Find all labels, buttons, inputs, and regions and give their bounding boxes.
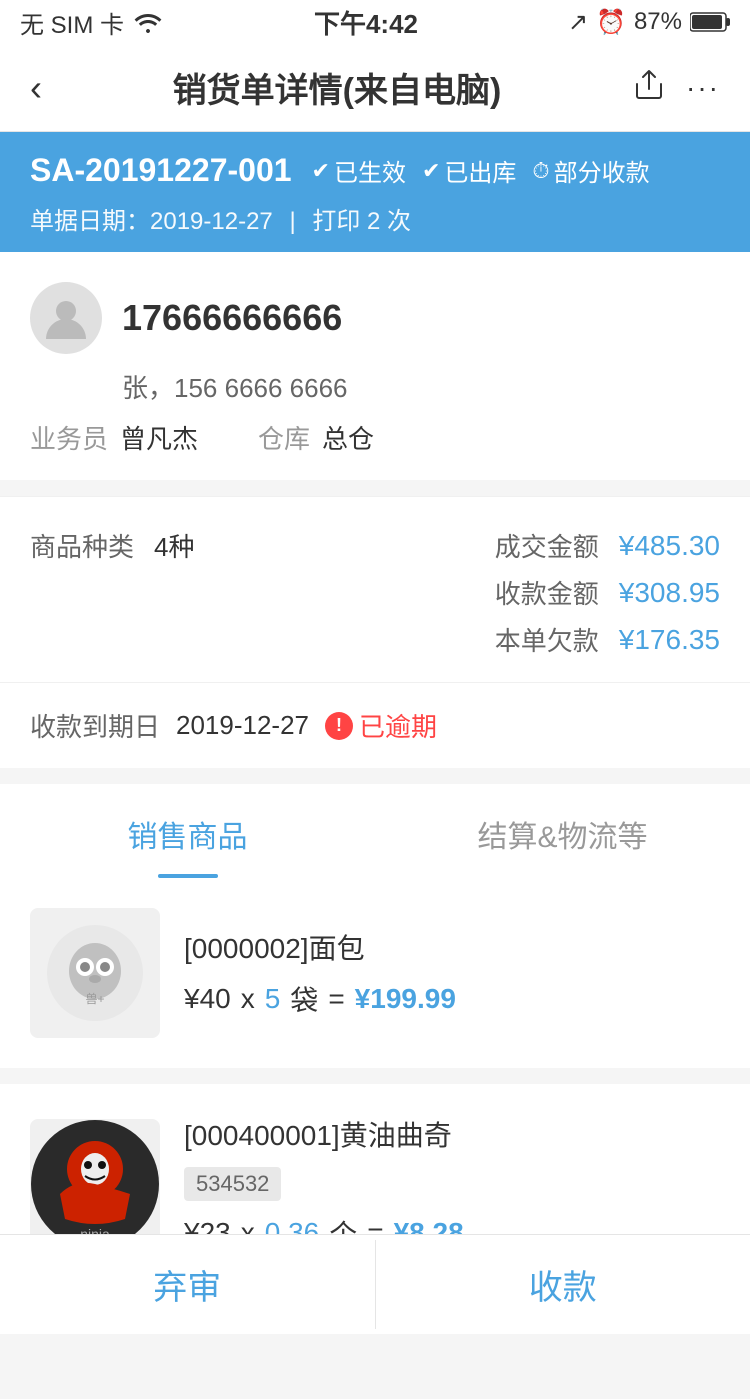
product-info-2: [000400001]黄油曲奇 534532 ¥23 x 0.36 个 = ¥8… xyxy=(184,1114,720,1253)
product-thumb-1: 兽+ xyxy=(30,908,160,1038)
deal-amount-label: 成交金额 xyxy=(495,527,599,564)
sales-value: 曾凡杰 xyxy=(120,419,198,456)
product-info-1: [0000002]面包 ¥40 x 5 袋 = ¥199.99 xyxy=(184,927,720,1019)
status-left: 无 SIM 卡 xyxy=(20,5,164,40)
customer-avatar xyxy=(30,282,102,354)
order-id: SA-20191227-001 xyxy=(30,152,292,189)
status-badges: ✔ 已生效 ✔ 已出库 ⏱ 部分收款 xyxy=(312,153,650,188)
unit-1: 袋 xyxy=(290,979,318,1019)
status-badge-shipped: ✔ 已出库 xyxy=(422,153,516,188)
equals-1: = xyxy=(328,983,344,1015)
location-icon: ↗ xyxy=(568,8,588,37)
product-tag-2: 534532 xyxy=(184,1167,281,1201)
clock-icon: ⏱ xyxy=(532,158,549,184)
due-label: 收款到期日 xyxy=(30,707,160,744)
debt-amount-value: ¥176.35 xyxy=(619,624,720,656)
cancel-audit-button[interactable]: 弃审 xyxy=(0,1240,376,1329)
debt-amount-label: 本单欠款 xyxy=(495,621,599,658)
status-badge-effective: ✔ 已生效 xyxy=(312,153,406,188)
product-list: 兽+ [0000002]面包 ¥40 x 5 袋 = ¥199.99 xyxy=(0,878,750,1283)
stats-right: 成交金额 ¥485.30 收款金额 ¥308.95 本单欠款 ¥176.35 xyxy=(495,527,720,658)
overdue-icon: ! xyxy=(325,712,353,740)
product-types-label: 商品种类 xyxy=(30,527,134,564)
stats-section: 商品种类 4种 成交金额 ¥485.30 收款金额 ¥308.95 本单欠款 ¥… xyxy=(0,496,750,768)
wifi-icon xyxy=(132,11,164,33)
product-price-row-1: ¥40 x 5 袋 = ¥199.99 xyxy=(184,979,720,1019)
share-button[interactable] xyxy=(632,67,666,108)
multiply-sign-1: x xyxy=(241,983,255,1015)
order-meta: 单据日期：2019-12-27 | 打印 2 次 xyxy=(30,201,720,236)
received-amount-value: ¥308.95 xyxy=(619,577,720,609)
status-bar: 无 SIM 卡 下午4:42 ↗ ⏰ 87% xyxy=(0,0,750,44)
tab-settlement[interactable]: 结算&物流等 xyxy=(375,784,750,878)
carrier-text: 无 SIM 卡 xyxy=(20,5,124,40)
back-button[interactable]: ‹ xyxy=(30,67,42,109)
status-right: ↗ ⏰ 87% xyxy=(568,8,730,37)
page-title: 销货单详情(来自电脑) xyxy=(173,63,502,112)
bottom-bar: 弃审 收款 xyxy=(0,1234,750,1334)
nav-actions: ··· xyxy=(632,67,720,108)
status-badge-partial: ⏱ 部分收款 xyxy=(532,153,649,188)
status-time: 下午4:42 xyxy=(314,4,418,41)
more-button[interactable]: ··· xyxy=(686,72,720,104)
customer-info-row: 业务员 曾凡杰 仓库 总仓 xyxy=(30,419,720,456)
list-item: 兽+ [0000002]面包 ¥40 x 5 袋 = ¥199.99 xyxy=(0,878,750,1068)
overdue-badge: ! 已逾期 xyxy=(325,707,437,744)
svg-text:兽+: 兽+ xyxy=(85,992,104,1006)
customer-section: 17666666666 张，156 6666 6666 业务员 曾凡杰 仓库 总… xyxy=(0,252,750,480)
product-types-value: 4种 xyxy=(154,527,194,564)
base-price-1: ¥40 xyxy=(184,983,231,1015)
customer-id: 17666666666 xyxy=(122,297,342,339)
tabs: 销售商品 结算&物流等 xyxy=(0,784,750,878)
battery-icon xyxy=(690,11,730,33)
customer-sub-info: 张，156 6666 6666 xyxy=(122,368,720,405)
tabs-section: 销售商品 结算&物流等 兽+ xyxy=(0,768,750,1283)
order-banner: SA-20191227-001 ✔ 已生效 ✔ 已出库 ⏱ 部分收款 单据日期：… xyxy=(0,132,750,252)
due-date-section: 收款到期日 2019-12-27 ! 已逾期 xyxy=(0,682,750,768)
product-thumb-2: ninja xyxy=(30,1119,160,1249)
nav-bar: ‹ 销货单详情(来自电脑) ··· xyxy=(0,44,750,132)
total-1: ¥199.99 xyxy=(355,983,456,1015)
alarm-icon: ⏰ xyxy=(596,8,626,37)
check-icon-2: ✔ xyxy=(422,158,440,184)
battery-text: 87% xyxy=(634,8,682,36)
collect-button[interactable]: 收款 xyxy=(376,1240,750,1329)
deal-amount-value: ¥485.30 xyxy=(619,530,720,562)
warehouse-value: 总仓 xyxy=(322,419,374,456)
stats-left: 商品种类 4种 xyxy=(30,527,194,564)
product-name-2: [000400001]黄油曲奇 xyxy=(184,1114,720,1154)
check-icon-1: ✔ xyxy=(312,158,330,184)
tab-sales[interactable]: 销售商品 xyxy=(0,784,375,878)
sales-label: 业务员 xyxy=(30,419,108,456)
product-name-1: [0000002]面包 xyxy=(184,927,720,967)
due-date: 2019-12-27 xyxy=(176,710,309,741)
warehouse-label: 仓库 xyxy=(258,419,310,456)
overdue-text: 已逾期 xyxy=(359,707,437,744)
qty-1: 5 xyxy=(265,983,281,1015)
received-amount-label: 收款金额 xyxy=(495,574,599,611)
